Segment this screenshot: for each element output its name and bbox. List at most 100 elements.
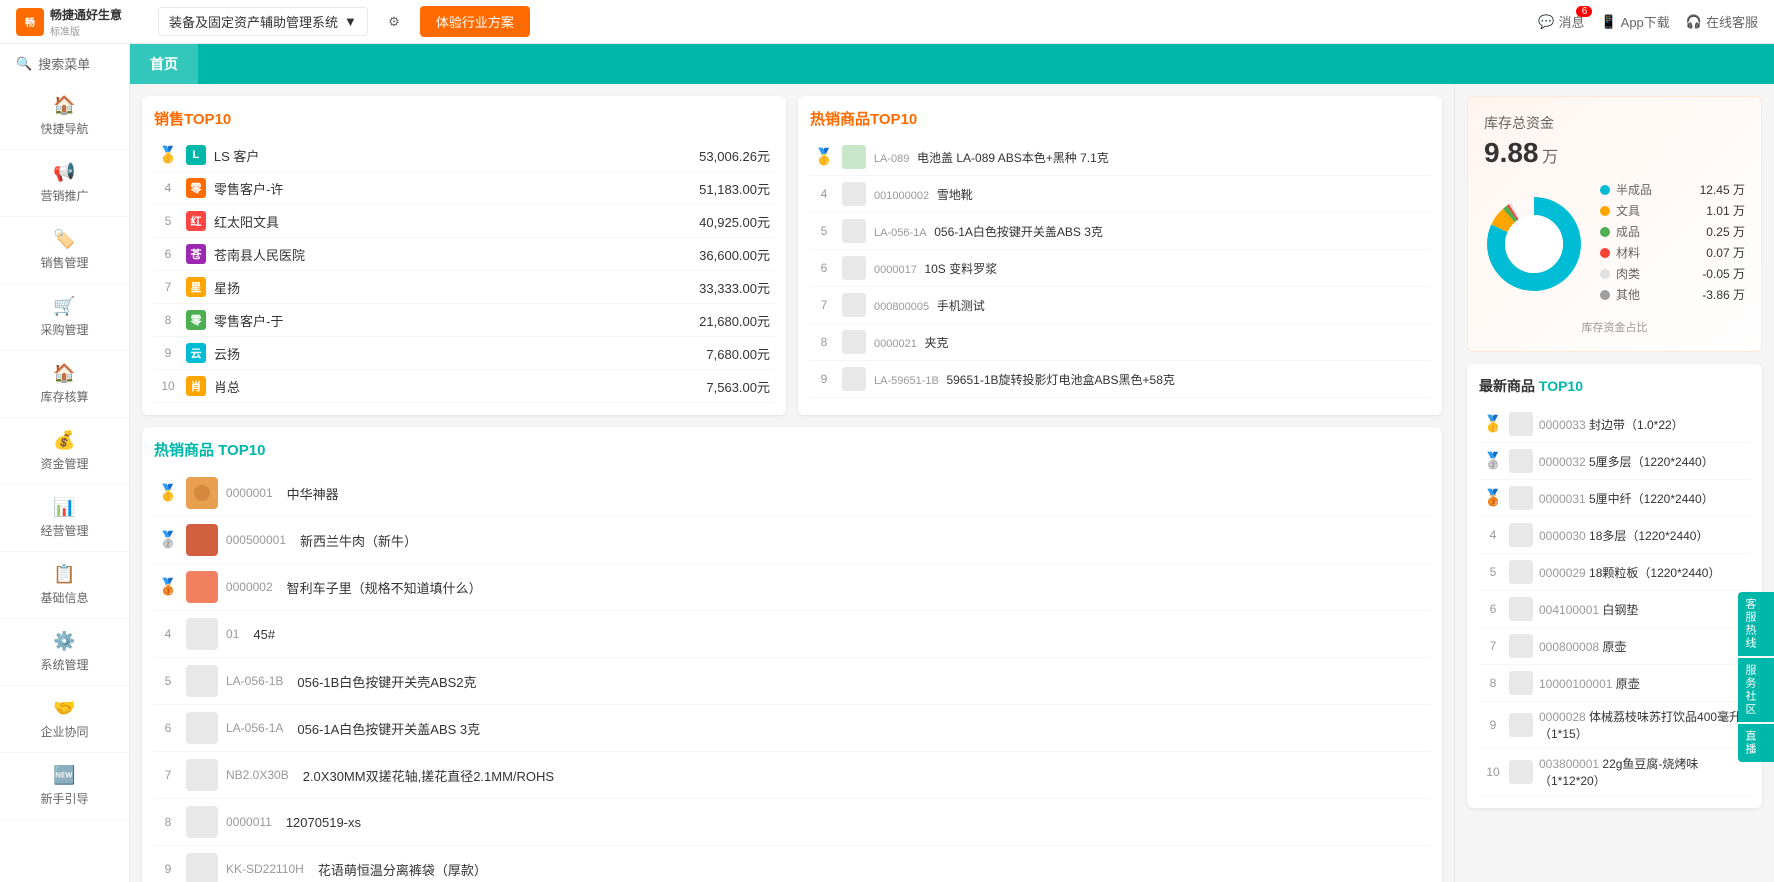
medal-bronze-icon: 🥉 <box>1483 488 1503 508</box>
list-item: 8 10000100001 原壶 <box>1479 665 1750 702</box>
legend-value: 1.01 万 <box>1706 202 1745 219</box>
product-img <box>842 293 866 317</box>
settings-icon[interactable]: ⚙ <box>380 8 408 36</box>
inventory-card: 库存总资金 9.88 万 <box>1467 96 1762 352</box>
sidebar-item-finance[interactable]: 💰 资金管理 <box>0 418 129 485</box>
middle-section: 销售TOP10 🥇 L LS 客户 53,006.26元 4 <box>130 84 1454 882</box>
product-thumbnail <box>186 524 218 556</box>
product-thumbnail <box>186 571 218 603</box>
rank-num: 5 <box>158 214 178 228</box>
customer-name: 红太阳文具 <box>214 212 691 231</box>
float-btn-live[interactable]: 直播 <box>1738 724 1774 762</box>
product-img <box>1509 597 1533 621</box>
rank-num: 4 <box>158 181 178 195</box>
float-btn-service[interactable]: 客服热线 <box>1738 592 1774 656</box>
rank-num: 6 <box>158 247 178 261</box>
customer-amount: 21,680.00元 <box>699 311 770 330</box>
medal-gold-icon: 🥇 <box>158 483 178 503</box>
message-nav[interactable]: 💬 消息 6 <box>1538 12 1584 31</box>
purchase-icon: 🛒 <box>53 296 75 317</box>
chart-subtitle: 库存资金占比 <box>1484 319 1745 335</box>
sidebar-item-label: 快捷导航 <box>40 120 88 137</box>
legend-dot <box>1600 269 1610 279</box>
trial-button[interactable]: 体验行业方案 <box>420 6 530 37</box>
hot-products-main-card: 热销商品 TOP10 🥇 0000001 中华神器 🥈 <box>142 427 1442 882</box>
legend-value: 0.07 万 <box>1706 244 1745 261</box>
table-row: 4 001000002 雪地靴 <box>810 176 1430 213</box>
customer-name: 云扬 <box>214 344 698 363</box>
customer-name: 苍南县人民医院 <box>214 245 691 264</box>
chart-legend: 半成品 12.45 万 文具 1.01 万 成品 0 <box>1600 181 1745 307</box>
list-item: 🥇 0000001 中华神器 <box>154 470 1430 517</box>
legend-dot <box>1600 248 1610 258</box>
sidebar-item-label: 经营管理 <box>40 522 88 539</box>
list-item: 6 004100001 白钢垫 <box>1479 591 1750 628</box>
rank-num: 6 <box>814 261 834 275</box>
sidebar-item-sales[interactable]: 🏷️ 销售管理 <box>0 217 129 284</box>
sidebar-item-label: 资金管理 <box>40 455 88 472</box>
legend-name: 半成品 <box>1616 181 1694 198</box>
sidebar-item-label: 采购管理 <box>40 321 88 338</box>
product-info: 0000032 5厘多层（1220*2440） <box>1539 453 1746 470</box>
product-thumbnail <box>186 759 218 791</box>
legend-item: 肉类 -0.05 万 <box>1600 265 1745 282</box>
latest-title-highlight: TOP10 <box>1535 378 1583 394</box>
product-info: 004100001 白钢垫 <box>1539 601 1746 618</box>
list-item: 7 NB2.0X30B 2.0X30MM双搓花轴,搓花直径2.1MM/ROHS <box>154 752 1430 799</box>
medal-silver-icon: 🥈 <box>1483 451 1503 471</box>
phone-icon: 📱 <box>1600 14 1616 30</box>
home-icon: 🏠 <box>53 95 75 116</box>
app-download-nav[interactable]: 📱 App下载 <box>1600 12 1669 31</box>
product-info: 0000033 封边带（1.0*22） <box>1539 416 1746 433</box>
nav-tabs: 首页 <box>130 44 1774 84</box>
rank-num: 9 <box>814 372 834 386</box>
rank-num: 4 <box>814 187 834 201</box>
customer-amount: 36,600.00元 <box>699 245 770 264</box>
product-img <box>842 330 866 354</box>
list-item: 9 0000028 体械荔枝味苏打饮品400毫升（1*15） <box>1479 702 1750 749</box>
product-img <box>1509 634 1533 658</box>
product-info: 0000030 18多层（1220*2440） <box>1539 527 1746 544</box>
sidebar-item-marketing[interactable]: 📢 营销推广 <box>0 150 129 217</box>
hot-products-right-card: 热销商品TOP10 🥇 LA-089 电池盖 LA-089 ABS本色+黑种 7… <box>798 96 1442 415</box>
tab-home[interactable]: 首页 <box>130 44 198 84</box>
sidebar-item-purchase[interactable]: 🛒 采购管理 <box>0 284 129 351</box>
table-row: 8 零 零售客户-于 21,680.00元 <box>154 304 774 337</box>
list-item: 🥈 0000032 5厘多层（1220*2440） <box>1479 443 1750 480</box>
search-menu-label: 搜索菜单 <box>38 54 90 73</box>
legend-name: 材料 <box>1616 244 1700 261</box>
sidebar-item-operation[interactable]: 📊 经营管理 <box>0 485 129 552</box>
product-img <box>1509 486 1533 510</box>
latest-products-list: 🥇 0000033 封边带（1.0*22） 🥈 0000032 5厘多层（122… <box>1479 406 1750 796</box>
rank-num: 10 <box>158 379 178 393</box>
sidebar-item-basic[interactable]: 📋 基础信息 <box>0 552 129 619</box>
rank-num: 9 <box>1483 718 1503 732</box>
online-service-nav[interactable]: 🎧 在线客服 <box>1686 12 1758 31</box>
customer-badge: 苍 <box>186 244 206 264</box>
guide-icon: 🆕 <box>53 765 75 786</box>
sidebar-item-label: 基础信息 <box>40 589 88 606</box>
hot-products-main-header: 热销商品 TOP10 <box>154 439 1430 460</box>
search-menu[interactable]: 🔍 搜索菜单 <box>0 44 129 83</box>
product-info: 003800001 22g鱼豆腐-烧烤味（1*12*20） <box>1539 755 1746 789</box>
sidebar-item-inventory[interactable]: 🏠 库存核算 <box>0 351 129 418</box>
table-row: 7 星 星扬 33,333.00元 <box>154 271 774 304</box>
rank-num: 10 <box>1483 765 1503 779</box>
inventory-unit: 万 <box>1542 149 1558 166</box>
sidebar-item-label: 新手引导 <box>40 790 88 807</box>
sidebar-item-cooperate[interactable]: 🤝 企业协同 <box>0 686 129 753</box>
product-img <box>842 145 866 169</box>
float-btn-community[interactable]: 服务社区 <box>1738 658 1774 722</box>
rank-num: 4 <box>1483 528 1503 542</box>
product-img <box>1509 523 1533 547</box>
sidebar-item-system[interactable]: ⚙️ 系统管理 <box>0 619 129 686</box>
rank-num: 8 <box>1483 676 1503 690</box>
sidebar-item-quick-nav[interactable]: 🏠 快捷导航 <box>0 83 129 150</box>
legend-dot <box>1600 227 1610 237</box>
latest-products-card: 最新商品 TOP10 🥇 0000033 封边带（1.0*22） 🥈 <box>1467 364 1762 808</box>
list-item: 5 LA-056-1B 056-1B白色按键开关壳ABS2克 <box>154 658 1430 705</box>
sidebar-item-guide[interactable]: 🆕 新手引导 <box>0 753 129 820</box>
rank-num: 7 <box>1483 639 1503 653</box>
system-selector[interactable]: 装备及固定资产辅助管理系统 ▼ <box>158 7 368 36</box>
table-row: 5 LA-056-1A 056-1A白色按键开关盖ABS 3克 <box>810 213 1430 250</box>
